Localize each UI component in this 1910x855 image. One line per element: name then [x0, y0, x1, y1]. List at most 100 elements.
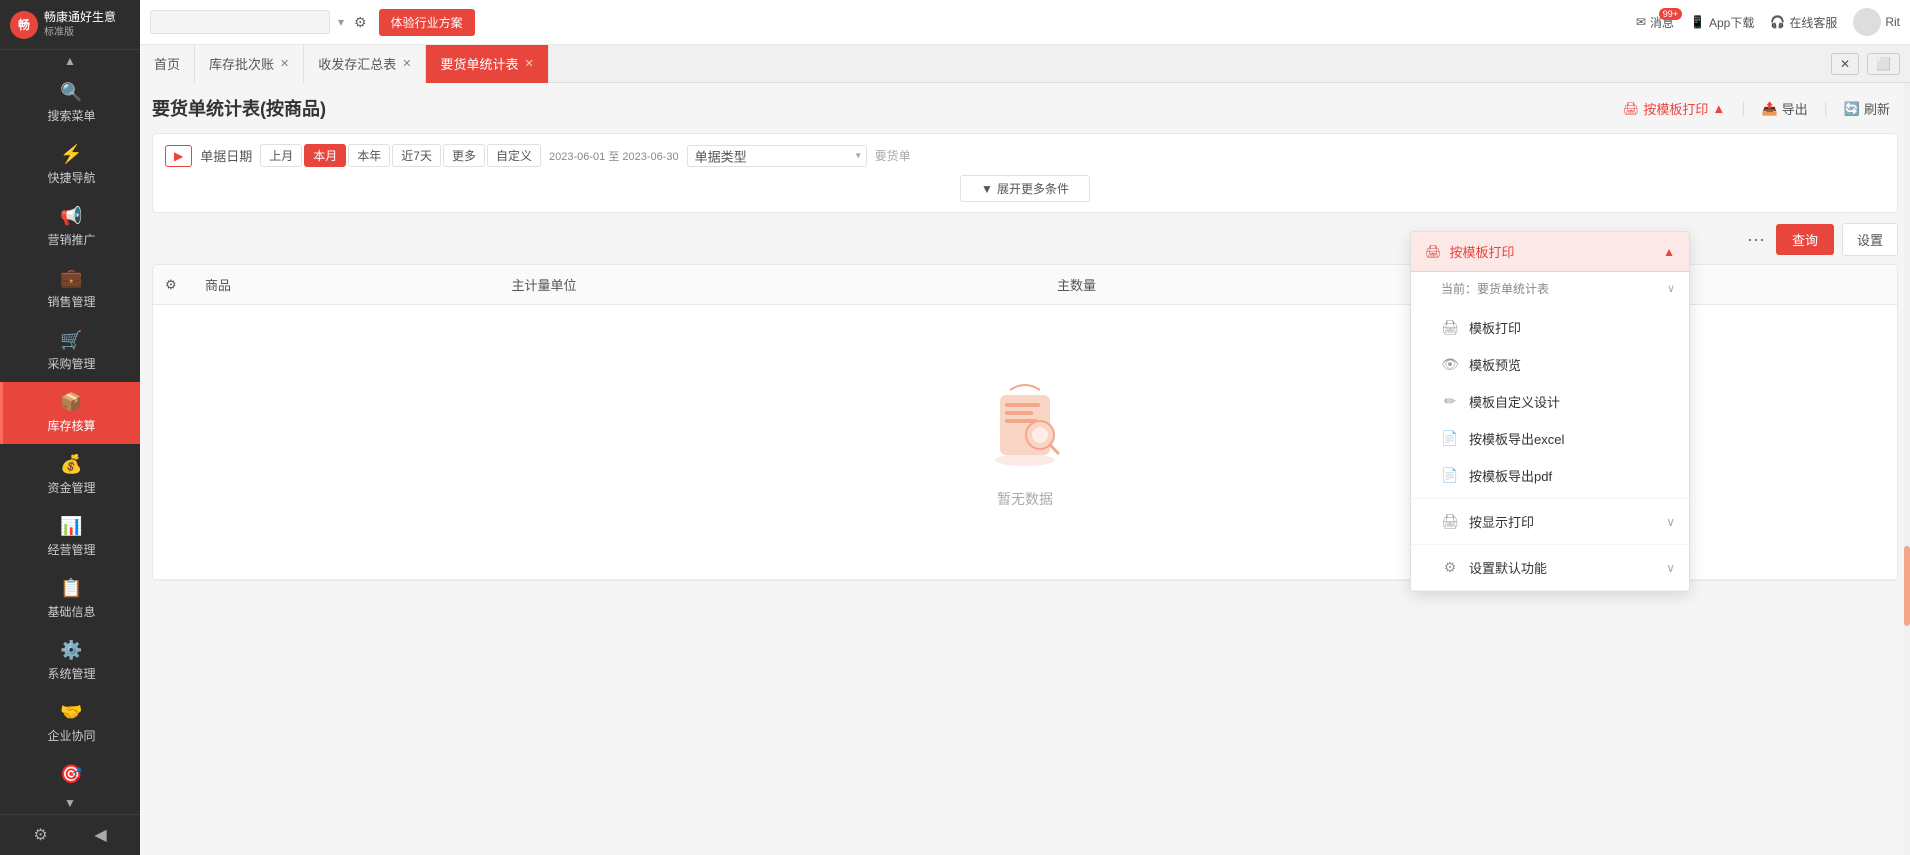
purchase-icon: 🛒 [60, 330, 82, 351]
tab-receipt-close[interactable]: ✕ [402, 57, 411, 70]
col-settings: ⚙ [153, 265, 193, 305]
template-print-label: 模板打印 [1469, 318, 1521, 337]
order-type-wrap: 单据类型 ▾ [687, 145, 867, 167]
sidebar-item-sales[interactable]: 💼 销售管理 [0, 258, 140, 320]
topbar-gear-icon[interactable]: ⚙ [354, 14, 367, 31]
dropdown-item-export-excel[interactable]: 📄 按模板导出excel [1411, 420, 1689, 457]
date-btn-year[interactable]: 本年 [348, 144, 390, 167]
app-download-btn[interactable]: 📱 App下载 [1690, 14, 1754, 31]
dropdown-display-print[interactable]: 🖨 按显示打印 ∨ [1411, 503, 1689, 540]
empty-message: 暂无数据 [997, 489, 1053, 509]
sidebar-item-basic[interactable]: 📋 基础信息 [0, 568, 140, 630]
dropdown-header[interactable]: 🖨 按模板打印 ▲ [1411, 232, 1689, 272]
sidebar-item-newbie[interactable]: 🎯 新手引导 [0, 754, 140, 792]
filter-expand-btn[interactable]: ▶ [165, 145, 192, 167]
sound-footer-btn[interactable]: ◀ [94, 825, 106, 845]
export-pdf-icon: 📄 [1441, 467, 1459, 484]
date-btn-prev[interactable]: 上月 [260, 144, 302, 167]
default-func-label: 设置默认功能 [1469, 558, 1547, 577]
date-btn-7days[interactable]: 近7天 [392, 144, 441, 167]
avatar [1853, 8, 1881, 36]
order-type-select[interactable] [687, 145, 867, 167]
sidebar-scroll-down[interactable]: ▼ [0, 792, 140, 814]
default-func-icon: ⚙ [1441, 559, 1459, 576]
table-settings-btn[interactable]: 设置 [1842, 223, 1898, 256]
newbie-icon: 🎯 [60, 764, 82, 785]
messages-btn[interactable]: ✉ 消息 99+ [1636, 14, 1674, 31]
settings-footer-btn[interactable]: ⚙ [33, 825, 47, 845]
trial-btn[interactable]: 体验行业方案 [379, 9, 475, 36]
expand-more-btn[interactable]: ▼ 展开更多条件 [960, 175, 1090, 202]
sidebar-item-label: 销售管理 [47, 293, 95, 310]
basic-icon: 📋 [60, 578, 82, 599]
dropdown-item-template-design[interactable]: ✏ 模板自定义设计 [1411, 383, 1689, 420]
sidebar-item-shortcut[interactable]: ⚡ 快捷导航 [0, 134, 140, 196]
dropdown-item-export-pdf[interactable]: 📄 按模板导出pdf [1411, 457, 1689, 494]
online-service-label: 在线客服 [1789, 14, 1837, 31]
sidebar-item-operations[interactable]: 📊 经营管理 [0, 506, 140, 568]
col-product: 商品 [193, 265, 500, 305]
tab-batch[interactable]: 库存批次账 ✕ [195, 45, 304, 83]
query-btn[interactable]: 查询 [1776, 224, 1834, 255]
sidebar-item-search[interactable]: 🔍 搜索菜单 [0, 72, 140, 134]
current-arrow[interactable]: ∨ [1667, 282, 1675, 295]
settings-col-icon[interactable]: ⚙ [165, 277, 177, 292]
expand-tabs-btn[interactable]: ⬜ [1867, 53, 1900, 75]
sidebar-item-marketing[interactable]: 📢 营销推广 [0, 196, 140, 258]
refresh-icon: 🔄 [1844, 101, 1860, 117]
date-btn-custom[interactable]: 自定义 [487, 144, 541, 167]
date-btn-curr[interactable]: 本月 [304, 144, 346, 167]
user-area[interactable]: Rit [1853, 8, 1900, 36]
topbar-search-input[interactable] [150, 10, 330, 34]
dropdown-default-func[interactable]: ⚙ 设置默认功能 ∨ [1411, 549, 1689, 586]
logo-name: 畅康通好生意 [44, 10, 116, 26]
date-btn-more[interactable]: 更多 [443, 144, 485, 167]
export-icon: 📤 [1761, 101, 1777, 117]
tab-order-stats-close[interactable]: ✕ [525, 57, 534, 70]
right-scrollbar[interactable] [1904, 83, 1910, 855]
topbar-dropdown-arrow[interactable]: ▾ [338, 15, 344, 29]
close-all-btn[interactable]: ✕ [1831, 53, 1859, 75]
tab-batch-close[interactable]: ✕ [280, 57, 289, 70]
dropdown-close-arrow[interactable]: ▲ [1663, 245, 1675, 259]
sidebar-item-label: 营销推广 [47, 231, 95, 248]
marketing-icon: 📢 [60, 206, 82, 227]
current-label-text: 当前：要货单统计表 [1441, 280, 1549, 297]
search-icon: 🔍 [60, 82, 82, 103]
filter-bar: ▶ 单据日期 上月 本月 本年 近7天 更多 自定义 2023-06-01 至 … [152, 133, 1898, 213]
sidebar-item-cooperation[interactable]: 🤝 企业协同 [0, 692, 140, 754]
dropdown-title: 按模板打印 [1450, 242, 1515, 261]
expand-icon: ▼ [981, 182, 993, 196]
tab-receipt[interactable]: 收发存汇总表 ✕ [304, 45, 426, 83]
more-options-btn[interactable]: ··· [1744, 226, 1768, 253]
sidebar-item-inventory[interactable]: 📦 库存核算 [0, 382, 140, 444]
tab-order-stats[interactable]: 要货单统计表 ✕ [426, 45, 548, 83]
print-dropdown: 🖨 按模板打印 ▲ 当前：要货单统计表 ∨ 🖨 模板打印 👁 模板预览 [1410, 231, 1690, 592]
topbar-right: ✉ 消息 99+ 📱 App下载 🎧 在线客服 Rit [1636, 8, 1900, 36]
main-content: ▾ ⚙ 体验行业方案 ✉ 消息 99+ 📱 App下载 🎧 在线客服 Rit [140, 0, 1910, 855]
app-download-label: App下载 [1709, 14, 1754, 31]
cooperation-icon: 🤝 [60, 702, 82, 723]
online-service-btn[interactable]: 🎧 在线客服 [1770, 14, 1837, 31]
export-label: 导出 [1782, 99, 1808, 118]
print-template-btn[interactable]: 🖨 按模板打印 ▲ [1615, 95, 1733, 122]
dropdown-header-left: 🖨 按模板打印 [1425, 242, 1515, 261]
export-btn[interactable]: 📤 导出 [1753, 95, 1815, 122]
sidebar-scroll-up[interactable]: ▲ [0, 50, 140, 72]
template-design-icon: ✏ [1441, 393, 1459, 410]
page-content: 要货单统计表(按商品) 🖨 按模板打印 ▲ | 📤 导出 | 🔄 刷新 [140, 83, 1910, 855]
refresh-btn[interactable]: 🔄 刷新 [1836, 95, 1898, 122]
date-buttons: 上月 本月 本年 近7天 更多 自定义 [260, 144, 541, 167]
sidebar-item-label: 系统管理 [47, 665, 95, 682]
empty-illustration [975, 375, 1075, 475]
sidebar-item-purchase[interactable]: 🛒 采购管理 [0, 320, 140, 382]
tab-home[interactable]: 首页 [140, 45, 195, 83]
dropdown-item-template-print[interactable]: 🖨 模板打印 [1411, 309, 1689, 346]
sidebar-item-finance[interactable]: 💰 资金管理 [0, 444, 140, 506]
print-arrow-icon: ▲ [1712, 101, 1725, 116]
sidebar-item-system[interactable]: ⚙️ 系统管理 [0, 630, 140, 692]
dropdown-item-template-preview[interactable]: 👁 模板预览 [1411, 346, 1689, 383]
dropdown-section-default: ⚙ 设置默认功能 ∨ [1411, 545, 1689, 591]
messages-badge: 99+ [1659, 8, 1682, 20]
display-print-icon: 🖨 [1441, 513, 1459, 530]
